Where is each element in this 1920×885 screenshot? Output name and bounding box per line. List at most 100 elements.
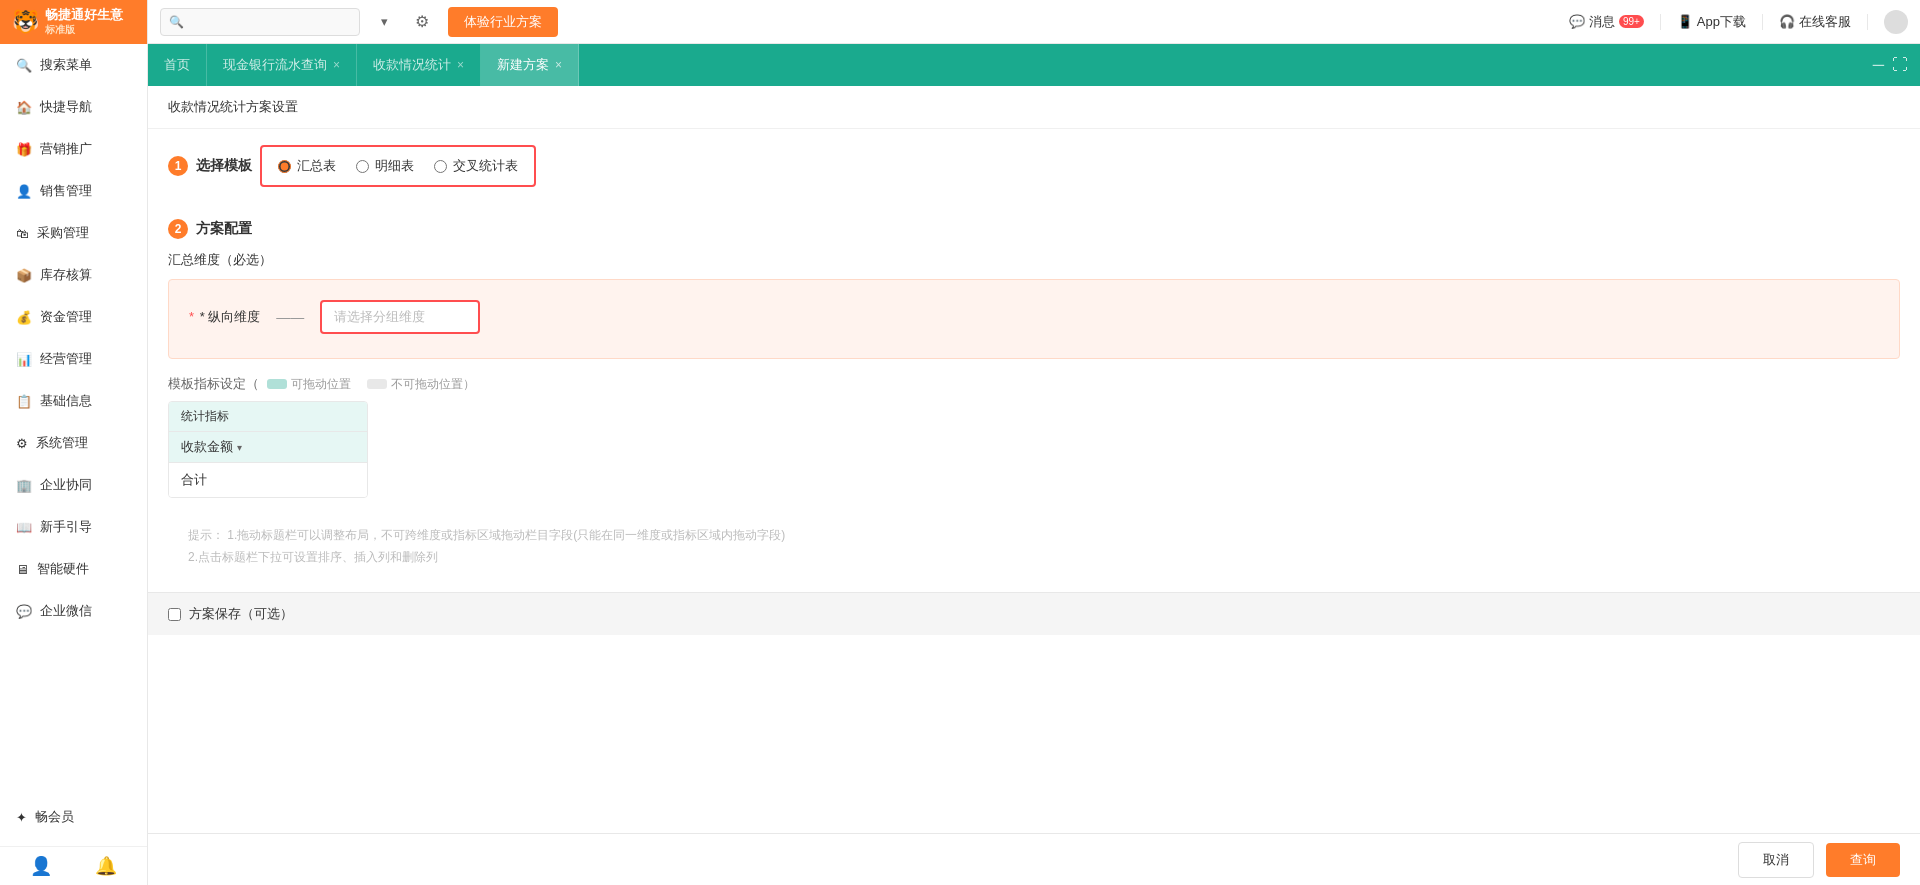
sidebar-item-label: 采购管理 xyxy=(37,224,89,242)
service-button[interactable]: 🎧 在线客服 xyxy=(1779,13,1851,31)
logo-icon: 🐯 xyxy=(12,9,39,35)
sidebar-item-wechat[interactable]: 💬 企业微信 xyxy=(0,590,147,632)
top-header: 🔍 ▾ ⚙ 体验行业方案 💬 消息 99+ 📱 App下载 🎧 在线客服 xyxy=(148,0,1920,44)
message-button[interactable]: 💬 消息 99+ xyxy=(1569,13,1644,31)
save-label: 方案保存（可选） xyxy=(189,605,293,623)
service-icon: 🎧 xyxy=(1779,14,1795,29)
sidebar-item-basic-info[interactable]: 📋 基础信息 xyxy=(0,380,147,422)
app-version: 标准版 xyxy=(45,23,123,37)
tab-receipt-stats-close[interactable]: × xyxy=(457,58,464,72)
user-avatar[interactable] xyxy=(1884,10,1908,34)
chat-icon: 💬 xyxy=(16,604,32,619)
sidebar-bottom-icon2[interactable]: 🔔 xyxy=(95,855,117,877)
step1-title-row: 1 选择模板 汇总表 明细表 xyxy=(168,145,1900,187)
sidebar-item-label: 企业协同 xyxy=(40,476,92,494)
step2-badge: 2 xyxy=(168,219,188,239)
radio-crosstab-input[interactable] xyxy=(434,160,447,173)
message-icon: 💬 xyxy=(1569,14,1585,29)
sidebar-item-label: 基础信息 xyxy=(40,392,92,410)
radio-summary-input[interactable] xyxy=(278,160,291,173)
sidebar-item-search-menu[interactable]: 🔍 搜索菜单 xyxy=(0,44,147,86)
sidebar-item-sales[interactable]: 👤 销售管理 xyxy=(0,170,147,212)
query-button[interactable]: 查询 xyxy=(1826,843,1900,877)
message-badge: 99+ xyxy=(1619,15,1644,28)
sidebar-item-inventory[interactable]: 📦 库存核算 xyxy=(0,254,147,296)
sidebar-item-purchase[interactable]: 🛍 采购管理 xyxy=(0,212,147,254)
tab-new-plan-close[interactable]: × xyxy=(555,58,562,72)
radio-detail-label: 明细表 xyxy=(375,157,414,175)
metrics-title-row: 模板指标设定（ 可拖动位置 不可拖动位置） xyxy=(168,375,1900,393)
tab-maximize-button[interactable]: ⛶ xyxy=(1892,56,1908,74)
dimension-arrow: —— xyxy=(276,309,304,325)
tab-new-plan-label: 新建方案 xyxy=(497,56,549,74)
main-area: 🔍 ▾ ⚙ 体验行业方案 💬 消息 99+ 📱 App下载 🎧 在线客服 xyxy=(148,0,1920,885)
sidebar-item-operations[interactable]: 📊 经营管理 xyxy=(0,338,147,380)
app-name: 畅捷通好生意 xyxy=(45,7,123,23)
dimension-select-button[interactable]: 请选择分组维度 xyxy=(320,300,480,334)
tip-line2: 2.点击标题栏下拉可设置排序、插入列和删除列 xyxy=(188,547,1880,569)
tab-actions: ─ ⛶ xyxy=(1861,44,1920,86)
settings-button[interactable]: ⚙ xyxy=(408,8,436,36)
breadcrumb-text: 收款情况统计方案设置 xyxy=(168,99,298,114)
download-button[interactable]: 📱 App下载 xyxy=(1677,13,1746,31)
sidebar-item-smart-hw[interactable]: 🖥 智能硬件 xyxy=(0,548,147,590)
tab-bank-flow-close[interactable]: × xyxy=(333,58,340,72)
trial-button[interactable]: 体验行业方案 xyxy=(448,7,558,37)
sidebar-item-label: 经营管理 xyxy=(40,350,92,368)
dimension-area: * * 纵向维度 —— 请选择分组维度 xyxy=(168,279,1900,359)
step2-section: 2 方案配置 汇总维度（必选） * * 纵向维度 xyxy=(148,219,1920,592)
stats-subtotal-cell: 合计 xyxy=(169,463,367,497)
step2-label: 方案配置 xyxy=(196,220,252,238)
sidebar-bottom-icon1[interactable]: 👤 xyxy=(30,855,52,877)
box-icon: 📦 xyxy=(16,268,32,283)
radio-crosstab[interactable]: 交叉统计表 xyxy=(434,157,518,175)
sidebar-item-guide[interactable]: 📖 新手引导 xyxy=(0,506,147,548)
header-search-box[interactable]: 🔍 xyxy=(160,8,360,36)
tip-line1: 提示： 1.拖动标题栏可以调整布局，不可跨维度或指标区域拖动栏目字段(只能在同一… xyxy=(188,525,1880,547)
chart-icon: 📊 xyxy=(16,352,32,367)
sidebar-item-marketing[interactable]: 🎁 营销推广 xyxy=(0,128,147,170)
radio-detail[interactable]: 明细表 xyxy=(356,157,414,175)
cancel-button[interactable]: 取消 xyxy=(1738,842,1814,878)
app-logo: 🐯 畅捷通好生意 标准版 xyxy=(0,0,147,44)
sidebar-item-label: 新手引导 xyxy=(40,518,92,536)
radio-detail-input[interactable] xyxy=(356,160,369,173)
stats-header-text: 统计指标 xyxy=(181,409,229,423)
clipboard-icon: 📋 xyxy=(16,394,32,409)
tab-home-label: 首页 xyxy=(164,56,190,74)
radio-summary[interactable]: 汇总表 xyxy=(278,157,336,175)
stats-table: 统计指标 收款金额 ▾ 合计 xyxy=(168,401,368,498)
sidebar-item-label: 企业微信 xyxy=(40,602,92,620)
tab-bank-flow-label: 现金银行流水查询 xyxy=(223,56,327,74)
legend-non-draggable: 不可拖动位置） xyxy=(367,376,475,393)
template-select-box: 汇总表 明细表 交叉统计表 xyxy=(260,145,536,187)
sidebar-item-system[interactable]: ⚙ 系统管理 xyxy=(0,422,147,464)
save-checkbox[interactable] xyxy=(168,608,181,621)
summary-dimension-section: 汇总维度（必选） * * 纵向维度 —— 请选择分组维度 xyxy=(168,251,1900,359)
header-dropdown-button[interactable]: ▾ xyxy=(372,10,396,34)
step2-title-row: 2 方案配置 xyxy=(168,219,1900,239)
bag-icon: 🛍 xyxy=(16,226,29,241)
sidebar: 🐯 畅捷通好生意 标准版 🔍 搜索菜单 🏠 快捷导航 🎁 营销推广 👤 销售管理… xyxy=(0,0,148,885)
draggable-label: 可拖动位置 xyxy=(291,376,351,393)
sidebar-item-label: 销售管理 xyxy=(40,182,92,200)
dimension-row: * * 纵向维度 —— 请选择分组维度 xyxy=(189,300,1879,334)
sidebar-item-member[interactable]: ✦ 畅会员 xyxy=(0,796,147,838)
tab-bank-flow[interactable]: 现金银行流水查询 × xyxy=(207,44,357,86)
tab-minimize-button[interactable]: ─ xyxy=(1873,56,1884,74)
download-icon: 📱 xyxy=(1677,14,1693,29)
sidebar-item-label: 畅会员 xyxy=(35,808,74,826)
gear-icon: ⚙ xyxy=(16,436,28,451)
tab-receipt-stats[interactable]: 收款情况统计 × xyxy=(357,44,481,86)
page-breadcrumb: 收款情况统计方案设置 xyxy=(148,86,1920,129)
sidebar-item-quick-nav[interactable]: 🏠 快捷导航 xyxy=(0,86,147,128)
stats-col-header[interactable]: 收款金额 ▾ xyxy=(169,432,367,463)
sidebar-item-label: 快捷导航 xyxy=(40,98,92,116)
sidebar-item-label: 营销推广 xyxy=(40,140,92,158)
header-right: 💬 消息 99+ 📱 App下载 🎧 在线客服 xyxy=(1569,10,1908,34)
sidebar-item-enterprise[interactable]: 🏢 企业协同 xyxy=(0,464,147,506)
tab-new-plan[interactable]: 新建方案 × xyxy=(481,44,579,86)
non-draggable-dot xyxy=(367,379,387,389)
sidebar-item-finance[interactable]: 💰 资金管理 xyxy=(0,296,147,338)
tab-home[interactable]: 首页 xyxy=(148,44,207,86)
